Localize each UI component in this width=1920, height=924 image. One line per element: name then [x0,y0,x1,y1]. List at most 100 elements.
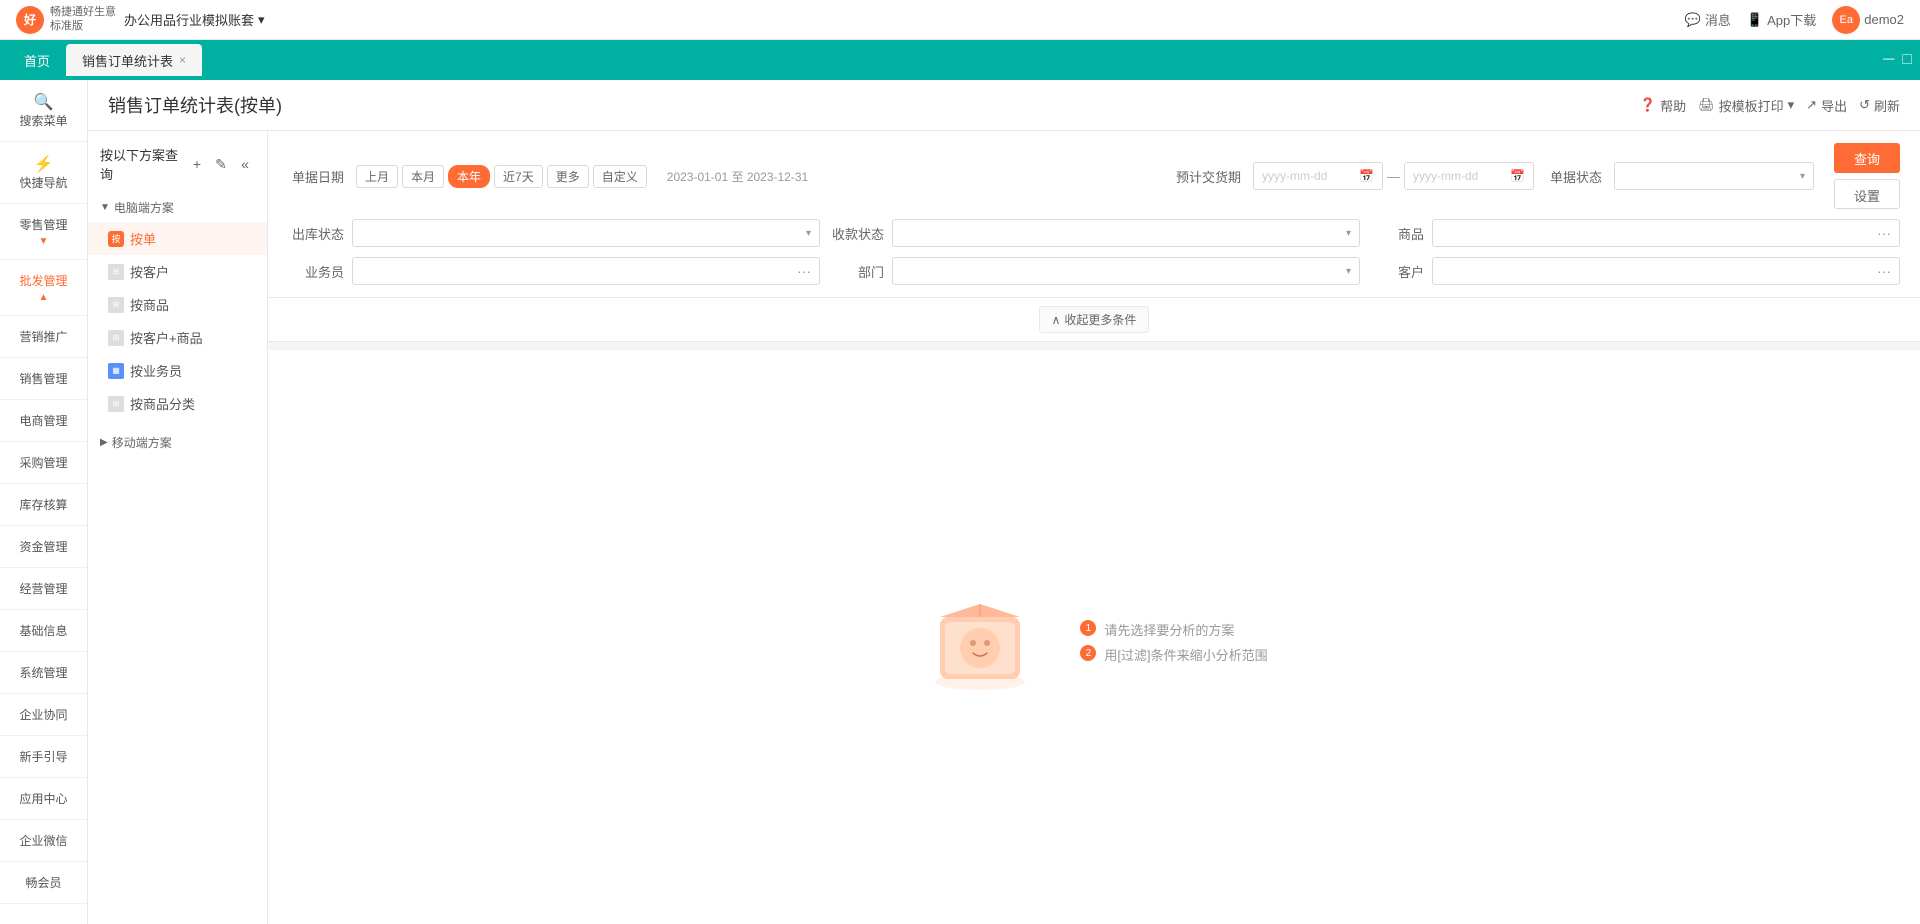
sidebar-item-wechat[interactable]: 企业微信 [0,820,87,862]
export-icon: ↗ [1806,97,1817,113]
print-icon: 🖨 [1698,97,1715,113]
product-more-icon[interactable]: ··· [1877,225,1891,241]
sales-person-more-icon[interactable]: ··· [797,263,811,279]
tip-number-1: 1 [1080,620,1096,636]
add-scheme-button[interactable]: + [187,154,207,174]
sidebar-item-quick-nav[interactable]: ⚡ 快捷导航 [0,142,87,204]
edit-scheme-button[interactable]: ✎ [211,154,231,174]
refresh-button[interactable]: ↺ 刷新 [1859,96,1900,115]
user-menu[interactable]: Ea demo2 [1832,6,1904,34]
sidebar-item-marketing[interactable]: 营销推广 [0,316,87,358]
out-status-select[interactable]: ▾ [352,219,820,247]
product-select[interactable]: ··· [1432,219,1900,247]
more-btn[interactable]: 更多 [547,165,589,188]
department-label: 部门 [828,262,884,281]
last-month-btn[interactable]: 上月 [356,165,398,188]
print-dropdown-icon: ▾ [1788,97,1795,113]
product-label: 商品 [1368,224,1424,243]
dropdown-icon[interactable]: ▾ [258,12,265,28]
sidebar-item-search[interactable]: 🔍 搜索菜单 [0,80,87,142]
sales-person-select[interactable]: ··· [352,257,820,285]
query-buttons: 查询 设置 [1826,143,1900,209]
right-content: 单据日期 上月 本月 本年 近7天 更多 自定义 2023-01-01 至 20… [268,131,1920,924]
date-buttons: 上月 本月 本年 近7天 更多 自定义 [356,165,647,188]
expected-date-from[interactable]: yyyy-mm-dd 📅 [1253,162,1383,190]
sidebar-item-cooperation[interactable]: 企业协同 [0,694,87,736]
this-month-btn[interactable]: 本月 [402,165,444,188]
scheme-item-by-product[interactable]: ⊞ 按商品 [88,288,267,321]
export-button[interactable]: ↗ 导出 [1806,96,1847,115]
sidebar-item-finance[interactable]: 资金管理 [0,526,87,568]
tab-sales-order[interactable]: 销售订单统计表 × [66,44,202,76]
tab-bar-actions: ─ □ [1883,51,1912,69]
settings-button[interactable]: 设置 [1834,179,1900,209]
last7days-btn[interactable]: 近7天 [494,165,543,188]
receipt-status-arrow: ▾ [1346,228,1351,239]
sidebar-item-app-center[interactable]: 应用中心 [0,778,87,820]
customer-label: 客户 [1368,262,1424,281]
sidebar-item-operations[interactable]: 经营管理 [0,568,87,610]
print-button[interactable]: 🖨 按模板打印 ▾ [1698,96,1794,115]
collapse-button[interactable]: ∧ 收起更多条件 [1039,306,1150,333]
scheme-panel: 按以下方案查询 + ✎ « ▼ 电脑端方案 按 按单 [88,131,268,924]
tab-home[interactable]: 首页 [8,44,66,76]
filter-row-date: 单据日期 上月 本月 本年 近7天 更多 自定义 2023-01-01 至 20… [288,143,1900,209]
sidebar-item-ecommerce[interactable]: 电商管理 [0,400,87,442]
top-bar: 好 畅捷通好生意 标准版 办公用品行业模拟账套 ▾ 💬 消息 📱 App下载 E… [0,0,1920,40]
scheme-item-by-product-category[interactable]: ⊞ 按商品分类 [88,387,267,420]
tab-close-icon[interactable]: × [179,53,186,67]
this-year-btn[interactable]: 本年 [448,165,490,188]
page-actions: ❓ 帮助 🖨 按模板打印 ▾ ↗ 导出 ↺ 刷新 [1640,96,1900,115]
sidebar-item-inventory[interactable]: 库存核算 [0,484,87,526]
receipt-status-select[interactable]: ▾ [892,219,1360,247]
sidebar-item-guide[interactable]: 新手引导 [0,736,87,778]
sales-person-label: 业务员 [288,262,344,281]
scheme-icon-sales-person: ▦ [108,363,124,379]
scheme-item-by-sales-person[interactable]: ▦ 按业务员 [88,354,267,387]
customer-select[interactable]: ··· [1432,257,1900,285]
message-button[interactable]: 💬 消息 [1685,10,1731,29]
sidebar: 🔍 搜索菜单 ⚡ 快捷导航 零售管理 ▼ 批发管理 ▲ 营销推广 销售管理 电商… [0,80,88,924]
sidebar-item-sales[interactable]: 销售管理 [0,358,87,400]
expected-date-to[interactable]: yyyy-mm-dd 📅 [1404,162,1534,190]
doc-status-select[interactable]: ▾ [1614,162,1814,190]
pc-scheme-group: ▼ 电脑端方案 按 按单 ⊞ 按客户 ⊞ 按商品 [88,189,267,424]
message-icon: 💬 [1685,12,1701,28]
customer-more-icon[interactable]: ··· [1877,263,1891,279]
sidebar-item-wholesale[interactable]: 批发管理 ▲ [0,260,87,316]
mobile-group-title[interactable]: ▶ 移动端方案 [88,428,267,457]
page-title-row: 销售订单统计表(按单) ❓ 帮助 🖨 按模板打印 ▾ ↗ 导出 [108,92,1900,118]
app-download-button[interactable]: 📱 App下载 [1747,10,1816,29]
sidebar-item-purchase[interactable]: 采购管理 [0,442,87,484]
help-button[interactable]: ❓ 帮助 [1640,96,1686,115]
sidebar-item-system[interactable]: 系统管理 [0,652,87,694]
scheme-item-by-customer-product[interactable]: ⊞ 按客户+商品 [88,321,267,354]
logo-area: 好 畅捷通好生意 标准版 [16,6,116,34]
tab-bar: 首页 销售订单统计表 × ─ □ [0,40,1920,80]
doc-status-label: 单据状态 [1546,167,1602,186]
scheme-icon-category: ⊞ [108,396,124,412]
top-bar-right: 💬 消息 📱 App下载 Ea demo2 [1685,6,1904,34]
top-title[interactable]: 办公用品行业模拟账套 ▾ [124,10,265,29]
pc-group-title[interactable]: ▼ 电脑端方案 [88,193,267,222]
scheme-item-by-order[interactable]: 按 按单 [88,222,267,255]
department-select[interactable]: ▾ [892,257,1360,285]
refresh-icon: ↺ [1859,97,1870,113]
query-button[interactable]: 查询 [1834,143,1900,173]
minimize-button[interactable]: ─ [1883,51,1894,69]
scheme-icon-product: ⊞ [108,297,124,313]
sidebar-item-retail[interactable]: 零售管理 ▼ [0,204,87,260]
collapse-scheme-button[interactable]: « [235,154,255,174]
sidebar-item-member[interactable]: 畅会员 [0,862,87,904]
scheme-panel-header: 按以下方案查询 + ✎ « [88,139,267,189]
maximize-button[interactable]: □ [1902,51,1912,69]
logo-icon: 好 [16,6,44,34]
scheme-item-by-customer[interactable]: ⊞ 按客户 [88,255,267,288]
filter-area: 单据日期 上月 本月 本年 近7天 更多 自定义 2023-01-01 至 20… [268,131,1920,298]
sidebar-item-basic-info[interactable]: 基础信息 [0,610,87,652]
collapse-icon: ∧ [1052,313,1061,327]
scheme-icon-order: 按 [108,231,124,247]
page-body: 按以下方案查询 + ✎ « ▼ 电脑端方案 按 按单 [88,131,1920,924]
scheme-icon-customer: ⊞ [108,264,124,280]
custom-btn[interactable]: 自定义 [593,165,647,188]
